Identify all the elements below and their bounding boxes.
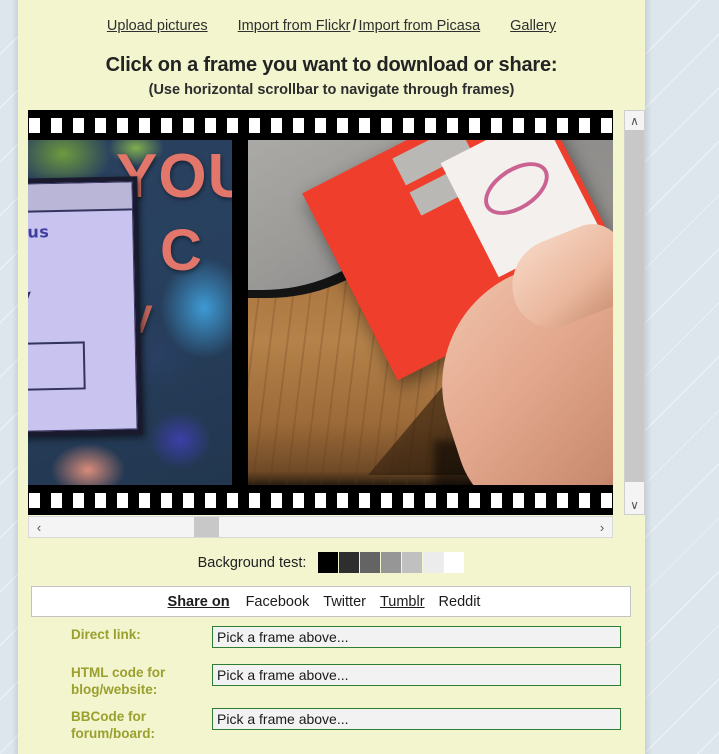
swatch-near-white[interactable] [423, 552, 444, 573]
dialog-message-text: n Virus [28, 222, 50, 243]
bbcode-row: BBCode for forum/board: [18, 708, 645, 748]
share-tumblr[interactable]: Tumblr [380, 594, 425, 610]
horizontal-scrollbar-thumb[interactable] [194, 517, 219, 537]
chevron-up-icon[interactable]: ∧ [625, 111, 644, 130]
frame-2-image [248, 140, 613, 485]
html-code-row: HTML code for blog/website: [18, 664, 645, 704]
nav-link-gallery[interactable]: Gallery [510, 18, 556, 34]
background-test-row: Background test: [18, 552, 645, 573]
crt-screen: n Virus [28, 181, 138, 433]
panel-shadow-right [645, 0, 652, 754]
share-on-label: Share on [167, 593, 230, 610]
vertical-scrollbar-thumb[interactable] [625, 130, 644, 482]
nav-link-import-picasa[interactable]: Import from Picasa [358, 18, 480, 34]
chevron-right-icon[interactable]: › [592, 517, 612, 537]
chevron-down-icon[interactable]: ∨ [625, 495, 644, 514]
sprocket-holes-bottom [28, 485, 613, 515]
share-reddit[interactable]: Reddit [439, 594, 481, 610]
swatch-light-gray[interactable] [402, 552, 423, 573]
share-twitter[interactable]: Twitter [323, 594, 366, 610]
floppy-label-scribble [474, 151, 559, 226]
mouse-pointer-icon [28, 291, 35, 310]
html-code-label: HTML code for blog/website: [71, 664, 201, 698]
horizontal-scrollbar[interactable]: ‹ › [28, 516, 613, 538]
filmstrip: YOU C V n Virus [28, 110, 613, 515]
top-navigation: Upload pictures Import from Flickr / Import… [18, 18, 645, 34]
sprocket-strip [29, 493, 613, 508]
page-subtitle: (Use horizontal scrollbar to navigate th… [148, 82, 515, 98]
film-frame-1[interactable]: YOU C V n Virus [28, 140, 232, 485]
crt-monitor-window: n Virus [28, 176, 143, 438]
direct-link-row: Direct link: [18, 626, 645, 666]
sprocket-holes-top [28, 110, 613, 140]
chevron-left-icon[interactable]: ‹ [29, 517, 49, 537]
background-test-label: Background test: [197, 554, 307, 571]
direct-link-input[interactable] [212, 626, 621, 648]
page-title: Click on a frame you want to download or… [105, 54, 558, 76]
dialog-inner-box [28, 341, 86, 392]
film-frame-2[interactable] [248, 140, 613, 485]
swatch-dark-gray[interactable] [360, 552, 381, 573]
swatch-black[interactable] [318, 552, 339, 573]
html-code-label-line2: blog/website: [71, 682, 158, 697]
bbcode-input[interactable] [212, 708, 621, 730]
direct-link-label: Direct link: [71, 627, 141, 642]
frame-1-image: YOU C V n Virus [28, 140, 232, 485]
frames-window: YOU C V n Virus [28, 140, 613, 485]
swatch-near-black[interactable] [339, 552, 360, 573]
content-panel: Upload pictures Import from Flickr / Import… [18, 0, 645, 754]
poster-text-c: C [160, 218, 202, 283]
vertical-scrollbar[interactable]: ∧ ∨ [624, 110, 645, 515]
share-bar: Share on Facebook Twitter Tumblr Reddit [31, 586, 631, 617]
nav-link-import-flickr[interactable]: Import from Flickr [238, 18, 351, 34]
sprocket-strip [29, 118, 613, 133]
html-code-label-line1: HTML code for [71, 665, 166, 680]
bbcode-label-line1: BBCode for [71, 709, 146, 724]
bbcode-label-line2: forum/board: [71, 726, 155, 741]
frame-viewer: YOU C V n Virus [28, 110, 645, 539]
swatch-white[interactable] [444, 552, 465, 573]
bbcode-label: BBCode for forum/board: [71, 708, 201, 742]
swatch-mid-gray[interactable] [381, 552, 402, 573]
share-facebook[interactable]: Facebook [246, 594, 310, 610]
dialog-titlebar [28, 182, 132, 214]
html-code-input[interactable] [212, 664, 621, 686]
nav-link-upload-pictures[interactable]: Upload pictures [107, 18, 208, 34]
